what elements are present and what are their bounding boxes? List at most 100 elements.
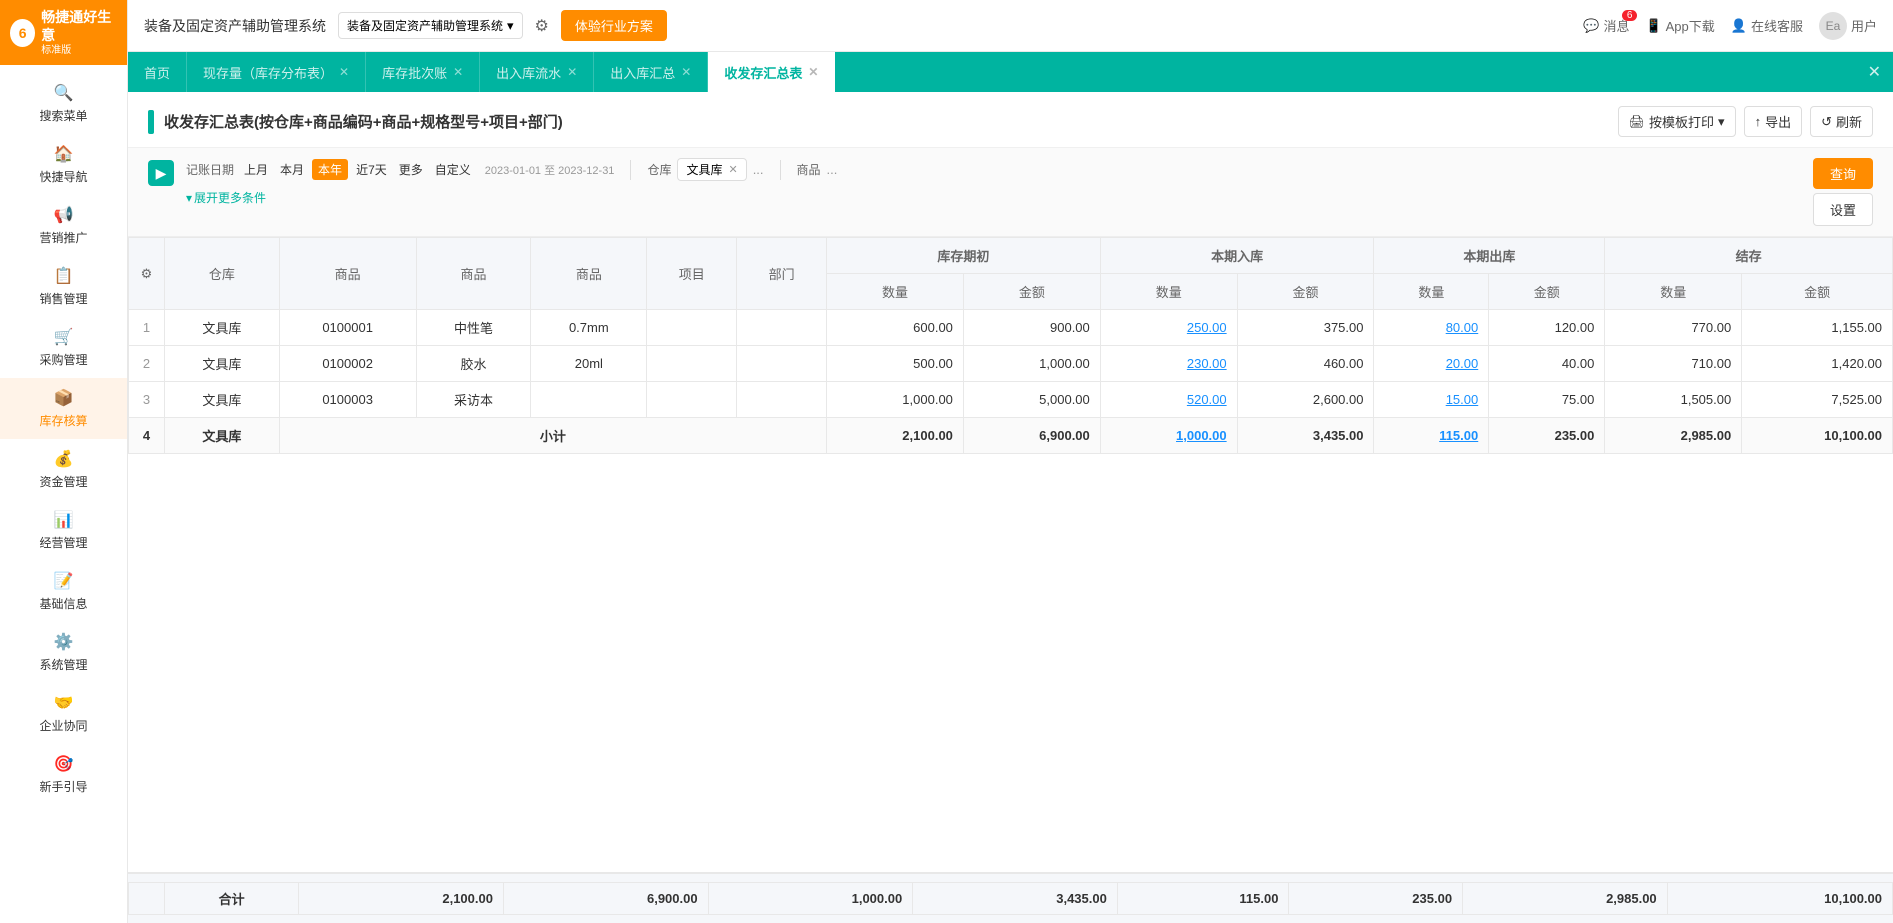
tab-close-icon[interactable]: ✕ [339, 65, 349, 79]
sales-icon: 📋 [54, 266, 74, 286]
tab-batch-ledger[interactable]: 库存批次账 ✕ [366, 52, 480, 92]
out-amt-header: 金额 [1489, 274, 1605, 310]
refresh-label: 刷新 [1836, 112, 1862, 131]
export-icon: ↑ [1755, 114, 1762, 129]
sidebar-item-purchase[interactable]: 🛒 采购管理 [0, 317, 127, 378]
guide-icon: 🎯 [54, 754, 74, 774]
row-bal-qty: 770.00 [1605, 310, 1742, 346]
tab-inout-flow[interactable]: 出入库流水 ✕ [480, 52, 594, 92]
sidebar-item-guide[interactable]: 🎯 新手引导 [0, 744, 127, 805]
sidebar-item-business[interactable]: 📊 经营管理 [0, 500, 127, 561]
out-qty-header: 数量 [1374, 274, 1489, 310]
row-out-qty[interactable]: 15.00 [1374, 382, 1489, 418]
row-open-amt: 1,000.00 [963, 346, 1100, 382]
row-goods-code: 0100002 [279, 346, 416, 382]
row-in-qty[interactable]: 250.00 [1100, 310, 1237, 346]
in-qty-link[interactable]: 520.00 [1187, 392, 1227, 407]
expand-more-conditions-btn[interactable]: ▾ 展开更多条件 [186, 189, 266, 206]
message-badge: 6 [1622, 10, 1638, 21]
tab-close-icon[interactable]: ✕ [567, 65, 577, 79]
balance-group-header: 结存 [1605, 238, 1893, 274]
sidebar-item-quick-nav[interactable]: 🏠 快捷导航 [0, 134, 127, 195]
row-goods-name: 采访本 [416, 382, 531, 418]
in-qty-link[interactable]: 250.00 [1187, 320, 1227, 335]
tab-close-icon[interactable]: ✕ [808, 65, 818, 79]
sidebar-item-sales[interactable]: 📋 销售管理 [0, 256, 127, 317]
close-all-tabs-button[interactable]: ✕ [1856, 62, 1893, 82]
sidebar-item-marketing[interactable]: 📢 营销推广 [0, 195, 127, 256]
total-out-amt: 235.00 [1289, 883, 1463, 915]
total-bal-qty: 2,985.00 [1463, 883, 1668, 915]
in-qty-link[interactable]: 230.00 [1187, 356, 1227, 371]
avatar: Ea [1819, 12, 1847, 40]
row-number: 3 [129, 382, 165, 418]
total-in-amt: 3,435.00 [913, 883, 1118, 915]
collapse-sidebar-btn[interactable] [148, 110, 154, 134]
date-btn-this-year[interactable]: 本年 [312, 159, 348, 180]
warehouse-more-btn[interactable]: ... [753, 162, 764, 177]
row-goods-name: 中性笔 [416, 310, 531, 346]
subtotal-in-qty-link[interactable]: 1,000.00 [1176, 428, 1227, 443]
out-qty-link[interactable]: 15.00 [1446, 392, 1479, 407]
row-in-qty[interactable]: 520.00 [1100, 382, 1237, 418]
export-button[interactable]: ↑ 导出 [1744, 106, 1803, 137]
tab-receive-summary-label: 收发存汇总表 [724, 63, 802, 82]
tab-close-icon[interactable]: ✕ [453, 65, 463, 79]
query-button[interactable]: 查询 [1813, 158, 1873, 189]
row-bal-qty: 710.00 [1605, 346, 1742, 382]
tab-close-icon[interactable]: ✕ [681, 65, 691, 79]
tab-inventory-dist[interactable]: 现存量（库存分布表） ✕ [187, 52, 366, 92]
row-in-qty[interactable]: 230.00 [1100, 346, 1237, 382]
tab-receive-summary[interactable]: 收发存汇总表 ✕ [708, 52, 835, 92]
gear-icon[interactable]: ⚙ [535, 16, 549, 36]
in-qty-header: 数量 [1100, 274, 1237, 310]
user-action[interactable]: Ea 用户 [1819, 12, 1877, 40]
app-icon: 📱 [1645, 18, 1661, 34]
app-download-action[interactable]: 📱 App下载 [1645, 16, 1714, 35]
sidebar-item-basic[interactable]: 📝 基础信息 [0, 561, 127, 622]
out-qty-link[interactable]: 80.00 [1446, 320, 1479, 335]
print-button[interactable]: 🖨 按模板打印 ▾ [1618, 106, 1736, 137]
messages-action[interactable]: 💬 消息 6 [1583, 16, 1629, 35]
out-qty-link[interactable]: 20.00 [1446, 356, 1479, 371]
table-row: 2 文具库 0100002 胶水 20ml 500.00 1,000.00 23… [129, 346, 1893, 382]
sidebar-item-finance[interactable]: 💰 资金管理 [0, 439, 127, 500]
sidebar-item-system[interactable]: ⚙️ 系统管理 [0, 622, 127, 683]
tab-inout-summary[interactable]: 出入库汇总 ✕ [594, 52, 708, 92]
subtotal-open-amt: 6,900.00 [963, 418, 1100, 454]
tab-inout-summary-label: 出入库汇总 [610, 63, 675, 82]
goods-more-btn[interactable]: ... [827, 162, 838, 177]
row-goods-spec: 20ml [531, 346, 647, 382]
row-out-qty[interactable]: 20.00 [1374, 346, 1489, 382]
page-title: 收发存汇总表(按仓库+商品编码+商品+规格型号+项目+部门) [164, 111, 563, 132]
row-out-qty[interactable]: 80.00 [1374, 310, 1489, 346]
subtotal-in-qty: 1,000.00 [1100, 418, 1237, 454]
table-row: 1 文具库 0100001 中性笔 0.7mm 600.00 900.00 25… [129, 310, 1893, 346]
date-btn-last-month[interactable]: 上月 [240, 159, 272, 180]
logo-icon: 6 [10, 19, 35, 47]
total-in-qty: 1,000.00 [708, 883, 913, 915]
subtotal-bal-qty: 2,985.00 [1605, 418, 1742, 454]
system-select[interactable]: 装备及固定资产辅助管理系统 ▾ [338, 12, 523, 39]
warehouse-tag-close[interactable]: ✕ [728, 163, 737, 176]
settings-button[interactable]: 设置 [1813, 193, 1873, 226]
table-settings-icon[interactable]: ⚙ [141, 266, 153, 281]
row-warehouse: 文具库 [165, 310, 280, 346]
date-btn-this-month[interactable]: 本月 [276, 159, 308, 180]
total-out-qty: 115.00 [1117, 883, 1289, 915]
sidebar-item-inventory[interactable]: 📦 库存核算 [0, 378, 127, 439]
row-bal-amt: 1,420.00 [1742, 346, 1893, 382]
filter-expand-icon[interactable]: ▶ [148, 160, 174, 186]
online-service-action[interactable]: 👤 在线客服 [1731, 16, 1803, 35]
refresh-button[interactable]: ↺ 刷新 [1810, 106, 1873, 137]
sidebar-item-enterprise[interactable]: 🤝 企业协同 [0, 683, 127, 744]
message-icon: 💬 [1583, 18, 1599, 34]
date-btn-custom[interactable]: 自定义 [431, 159, 475, 180]
project-col-header: 项目 [647, 238, 737, 310]
sidebar-item-search[interactable]: 🔍 搜索菜单 [0, 73, 127, 134]
date-btn-7days[interactable]: 近7天 [352, 159, 391, 180]
tab-home[interactable]: 首页 [128, 52, 187, 92]
subtotal-out-qty-link[interactable]: 115.00 [1439, 428, 1478, 443]
date-btn-more[interactable]: 更多 [395, 159, 427, 180]
experience-button[interactable]: 体验行业方案 [561, 10, 667, 41]
